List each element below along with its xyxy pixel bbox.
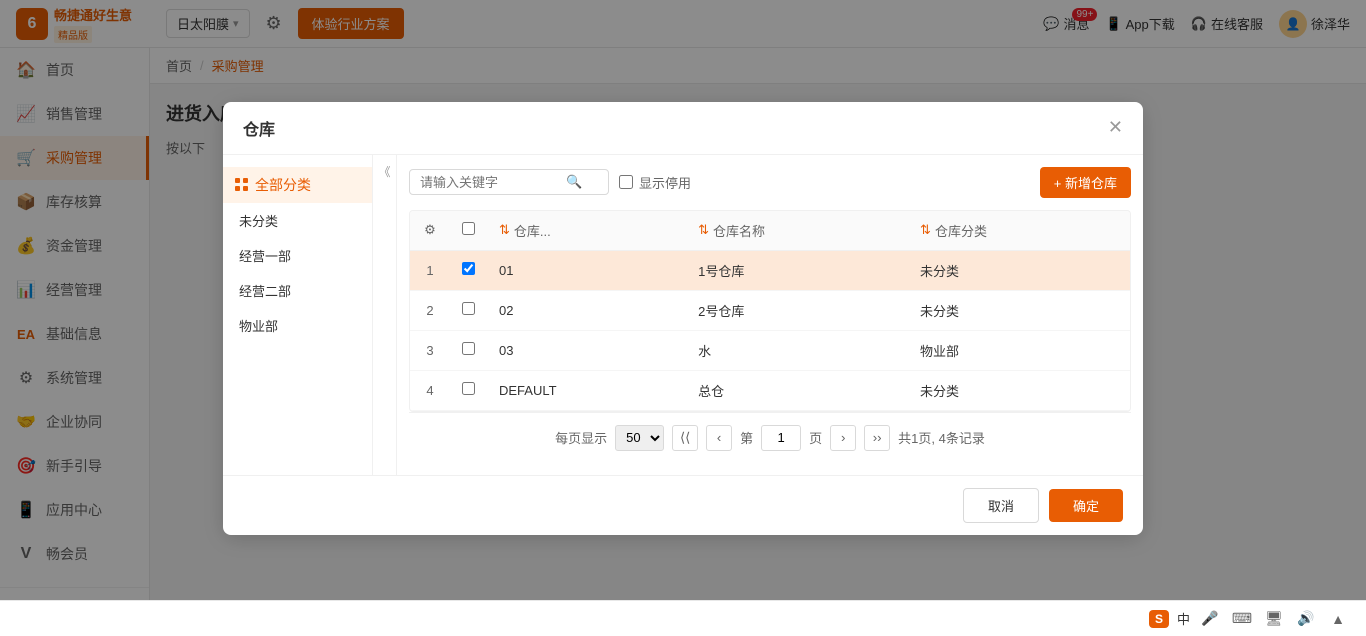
monitor-icon[interactable]: 🖥 <box>1262 607 1286 631</box>
row-code: 01 <box>487 250 686 290</box>
table-row[interactable]: 3 03 水 物业部 <box>410 330 1130 370</box>
arrow-up-icon[interactable]: ▲ <box>1326 607 1350 631</box>
sort-icon-code: ⇅ <box>499 222 510 238</box>
row-checkbox-cell <box>450 370 487 410</box>
microphone-icon[interactable]: 🎤 <box>1198 607 1222 631</box>
th-name: ⇅ 仓库名称 <box>686 211 908 251</box>
grid-icon <box>235 178 249 192</box>
table-row[interactable]: 2 02 2号仓库 未分类 <box>410 290 1130 330</box>
category-item-uncategorized[interactable]: 未分类 <box>223 203 372 238</box>
modal-toolbar: 🔍 显示停用 + 新增仓库 <box>409 167 1131 198</box>
page-input[interactable] <box>761 425 801 451</box>
sort-icon-category: ⇅ <box>920 222 931 238</box>
row-code: DEFAULT <box>487 370 686 410</box>
prev-page-button[interactable]: ‹ <box>706 425 732 451</box>
th-code: ⇅ 仓库... <box>487 211 686 251</box>
modal-body: 全部分类 未分类 经营一部 经营二部 物业部 《 🔍 <box>223 155 1143 475</box>
modal-title: 仓库 <box>243 116 275 140</box>
th-checkbox <box>450 211 487 251</box>
modal-footer: 取消 确定 <box>223 475 1143 535</box>
row-category: 物业部 <box>908 330 1130 370</box>
search-icon[interactable]: 🔍 <box>566 174 582 190</box>
modal-category-sidebar: 全部分类 未分类 经营一部 经营二部 物业部 <box>223 155 373 475</box>
zh-label: 中 <box>1177 609 1190 628</box>
sort-icon-name: ⇅ <box>698 222 709 238</box>
row-num: 3 <box>410 330 450 370</box>
confirm-button[interactable]: 确定 <box>1049 489 1123 522</box>
category-item-ops2[interactable]: 经营二部 <box>223 273 372 308</box>
warehouse-table: ⚙ ⇅ 仓库... ⇅ <box>409 210 1131 412</box>
row-name: 总仓 <box>686 370 908 410</box>
row-checkbox[interactable] <box>462 262 475 275</box>
category-item-property[interactable]: 物业部 <box>223 308 372 343</box>
row-num: 1 <box>410 250 450 290</box>
warehouse-modal: 仓库 ✕ 全部分类 未分类 经营 <box>223 102 1143 535</box>
keyboard-icon[interactable]: ⌨ <box>1230 607 1254 631</box>
new-warehouse-button[interactable]: + 新增仓库 <box>1040 167 1131 198</box>
search-box[interactable]: 🔍 <box>409 169 609 195</box>
modal-main-area: 🔍 显示停用 + 新增仓库 ⚙ <box>397 155 1143 475</box>
th-category: ⇅ 仓库分类 <box>908 211 1130 251</box>
row-checkbox[interactable] <box>462 302 475 315</box>
all-categories-item[interactable]: 全部分类 <box>223 167 372 203</box>
bottom-bar: S 中 🎤 ⌨ 🖥 🔊 ▲ <box>0 600 1366 636</box>
show-disabled-checkbox[interactable] <box>619 175 633 189</box>
table-header-row: ⚙ ⇅ 仓库... ⇅ <box>410 211 1130 251</box>
row-name: 1号仓库 <box>686 250 908 290</box>
row-checkbox[interactable] <box>462 382 475 395</box>
row-checkbox[interactable] <box>462 342 475 355</box>
row-name: 水 <box>686 330 908 370</box>
row-num: 2 <box>410 290 450 330</box>
table-row[interactable]: 1 01 1号仓库 未分类 <box>410 250 1130 290</box>
modal-close-button[interactable]: ✕ <box>1108 117 1123 138</box>
row-category: 未分类 <box>908 250 1130 290</box>
row-checkbox-cell <box>450 250 487 290</box>
th-settings: ⚙ <box>410 211 450 251</box>
row-category: 未分类 <box>908 290 1130 330</box>
first-page-button[interactable]: ⟨⟨ <box>672 425 698 451</box>
row-code: 03 <box>487 330 686 370</box>
row-category: 未分类 <box>908 370 1130 410</box>
modal-overlay: 仓库 ✕ 全部分类 未分类 经营 <box>0 0 1366 636</box>
next-page-button[interactable]: › <box>830 425 856 451</box>
row-checkbox-cell <box>450 330 487 370</box>
row-name: 2号仓库 <box>686 290 908 330</box>
page-size-select[interactable]: 50 <box>615 425 664 451</box>
select-all-checkbox[interactable] <box>462 222 475 235</box>
row-code: 02 <box>487 290 686 330</box>
modal-header: 仓库 ✕ <box>223 102 1143 155</box>
pagination: 每页显示 50 ⟨⟨ ‹ 第 页 › ›› 共1页, 4条记录 <box>409 412 1131 463</box>
row-checkbox-cell <box>450 290 487 330</box>
category-item-ops1[interactable]: 经营一部 <box>223 238 372 273</box>
sidebar-collapse-btn[interactable]: 《 <box>373 155 397 475</box>
modal-left: 全部分类 未分类 经营一部 经营二部 物业部 《 <box>223 155 397 475</box>
volume-icon[interactable]: 🔊 <box>1294 607 1318 631</box>
search-input[interactable] <box>420 175 560 190</box>
show-disabled-label[interactable]: 显示停用 <box>619 173 691 192</box>
cancel-button[interactable]: 取消 <box>963 488 1039 523</box>
table-row[interactable]: 4 DEFAULT 总仓 未分类 <box>410 370 1130 410</box>
last-page-button[interactable]: ›› <box>864 425 890 451</box>
row-num: 4 <box>410 370 450 410</box>
s-logo: S <box>1149 610 1169 628</box>
table: ⚙ ⇅ 仓库... ⇅ <box>410 211 1130 411</box>
table-body: 1 01 1号仓库 未分类 2 02 2号仓库 未分类 3 03 水 物业部 4… <box>410 250 1130 410</box>
